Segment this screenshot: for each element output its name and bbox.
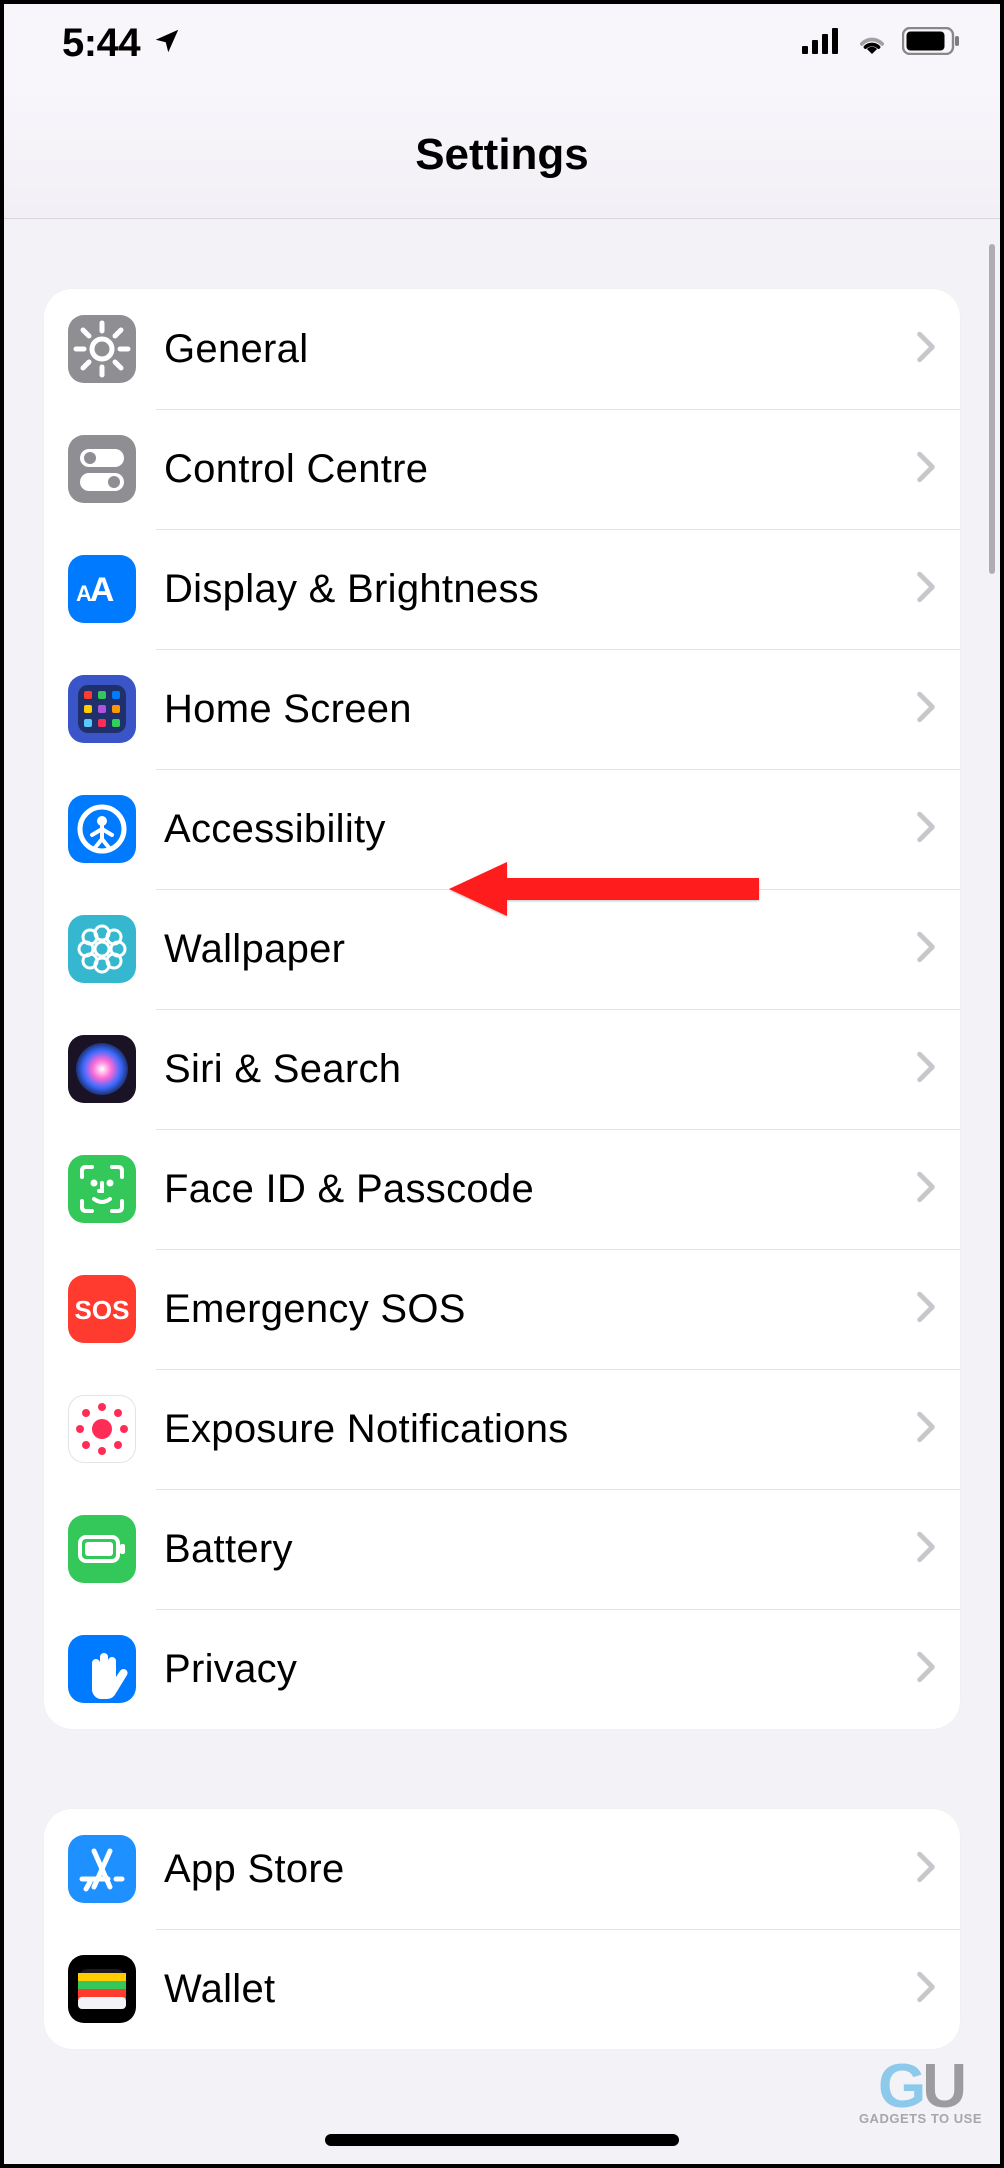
aa-icon xyxy=(68,555,136,623)
settings-row-exposure-notifications[interactable]: Exposure Notifications xyxy=(44,1369,960,1489)
settings-content: General Control Centre Display & Brightnes… xyxy=(4,219,1000,2049)
battery-icon xyxy=(68,1515,136,1583)
settings-row-wallpaper[interactable]: Wallpaper xyxy=(44,889,960,1009)
settings-row-label: Privacy xyxy=(164,1647,916,1692)
settings-row-label: App Store xyxy=(164,1847,916,1892)
sos-icon xyxy=(68,1275,136,1343)
chevron-right-icon xyxy=(916,1051,936,1088)
scrollbar[interactable] xyxy=(989,244,995,574)
chevron-right-icon xyxy=(916,1651,936,1688)
grid-icon xyxy=(68,675,136,743)
exposure-icon xyxy=(68,1395,136,1463)
hand-icon xyxy=(68,1635,136,1703)
chevron-right-icon xyxy=(916,1971,936,2008)
appstore-icon xyxy=(68,1835,136,1903)
settings-row-home-screen[interactable]: Home Screen xyxy=(44,649,960,769)
siri-icon xyxy=(68,1035,136,1103)
settings-row-label: Face ID & Passcode xyxy=(164,1167,916,1212)
flower-icon xyxy=(68,915,136,983)
settings-row-display-brightness[interactable]: Display & Brightness xyxy=(44,529,960,649)
status-bar: 5:44 xyxy=(4,4,1000,82)
chevron-right-icon xyxy=(916,811,936,848)
settings-row-app-store[interactable]: App Store xyxy=(44,1809,960,1929)
settings-row-label: Exposure Notifications xyxy=(164,1407,916,1452)
settings-row-control-centre[interactable]: Control Centre xyxy=(44,409,960,529)
home-indicator[interactable] xyxy=(325,2134,679,2146)
settings-row-privacy[interactable]: Privacy xyxy=(44,1609,960,1729)
cellular-icon xyxy=(802,28,842,59)
faceid-icon xyxy=(68,1155,136,1223)
page-title: Settings xyxy=(4,82,1000,219)
chevron-right-icon xyxy=(916,1411,936,1448)
settings-row-label: Accessibility xyxy=(164,807,916,852)
settings-row-emergency-sos[interactable]: Emergency SOS xyxy=(44,1249,960,1369)
settings-row-label: Battery xyxy=(164,1527,916,1572)
settings-row-label: Control Centre xyxy=(164,447,916,492)
settings-row-faceid-passcode[interactable]: Face ID & Passcode xyxy=(44,1129,960,1249)
chevron-right-icon xyxy=(916,691,936,728)
settings-row-battery[interactable]: Battery xyxy=(44,1489,960,1609)
settings-group-2: App Store Wallet xyxy=(44,1809,960,2049)
settings-row-label: Home Screen xyxy=(164,687,916,732)
chevron-right-icon xyxy=(916,1531,936,1568)
chevron-right-icon xyxy=(916,1171,936,1208)
status-time: 5:44 xyxy=(62,21,140,66)
settings-row-siri-search[interactable]: Siri & Search xyxy=(44,1009,960,1129)
chevron-right-icon xyxy=(916,1291,936,1328)
settings-row-wallet[interactable]: Wallet xyxy=(44,1929,960,2049)
settings-row-label: Siri & Search xyxy=(164,1047,916,1092)
settings-group-1: General Control Centre Display & Brightnes… xyxy=(44,289,960,1729)
settings-row-label: Display & Brightness xyxy=(164,567,916,612)
chevron-right-icon xyxy=(916,451,936,488)
person-circle-icon xyxy=(68,795,136,863)
settings-row-accessibility[interactable]: Accessibility xyxy=(44,769,960,889)
chevron-right-icon xyxy=(916,331,936,368)
settings-row-general[interactable]: General xyxy=(44,289,960,409)
toggles-icon xyxy=(68,435,136,503)
chevron-right-icon xyxy=(916,1851,936,1888)
chevron-right-icon xyxy=(916,571,936,608)
gear-icon xyxy=(68,315,136,383)
battery-icon xyxy=(902,27,960,60)
settings-row-label: Wallet xyxy=(164,1967,916,2012)
settings-row-label: Emergency SOS xyxy=(164,1287,916,1332)
settings-row-label: Wallpaper xyxy=(164,927,916,972)
location-icon xyxy=(152,26,182,61)
settings-row-label: General xyxy=(164,327,916,372)
wallet-icon xyxy=(68,1955,136,2023)
watermark: GU GADGETS TO USE xyxy=(859,2059,982,2126)
chevron-right-icon xyxy=(916,931,936,968)
wifi-icon xyxy=(854,28,890,59)
